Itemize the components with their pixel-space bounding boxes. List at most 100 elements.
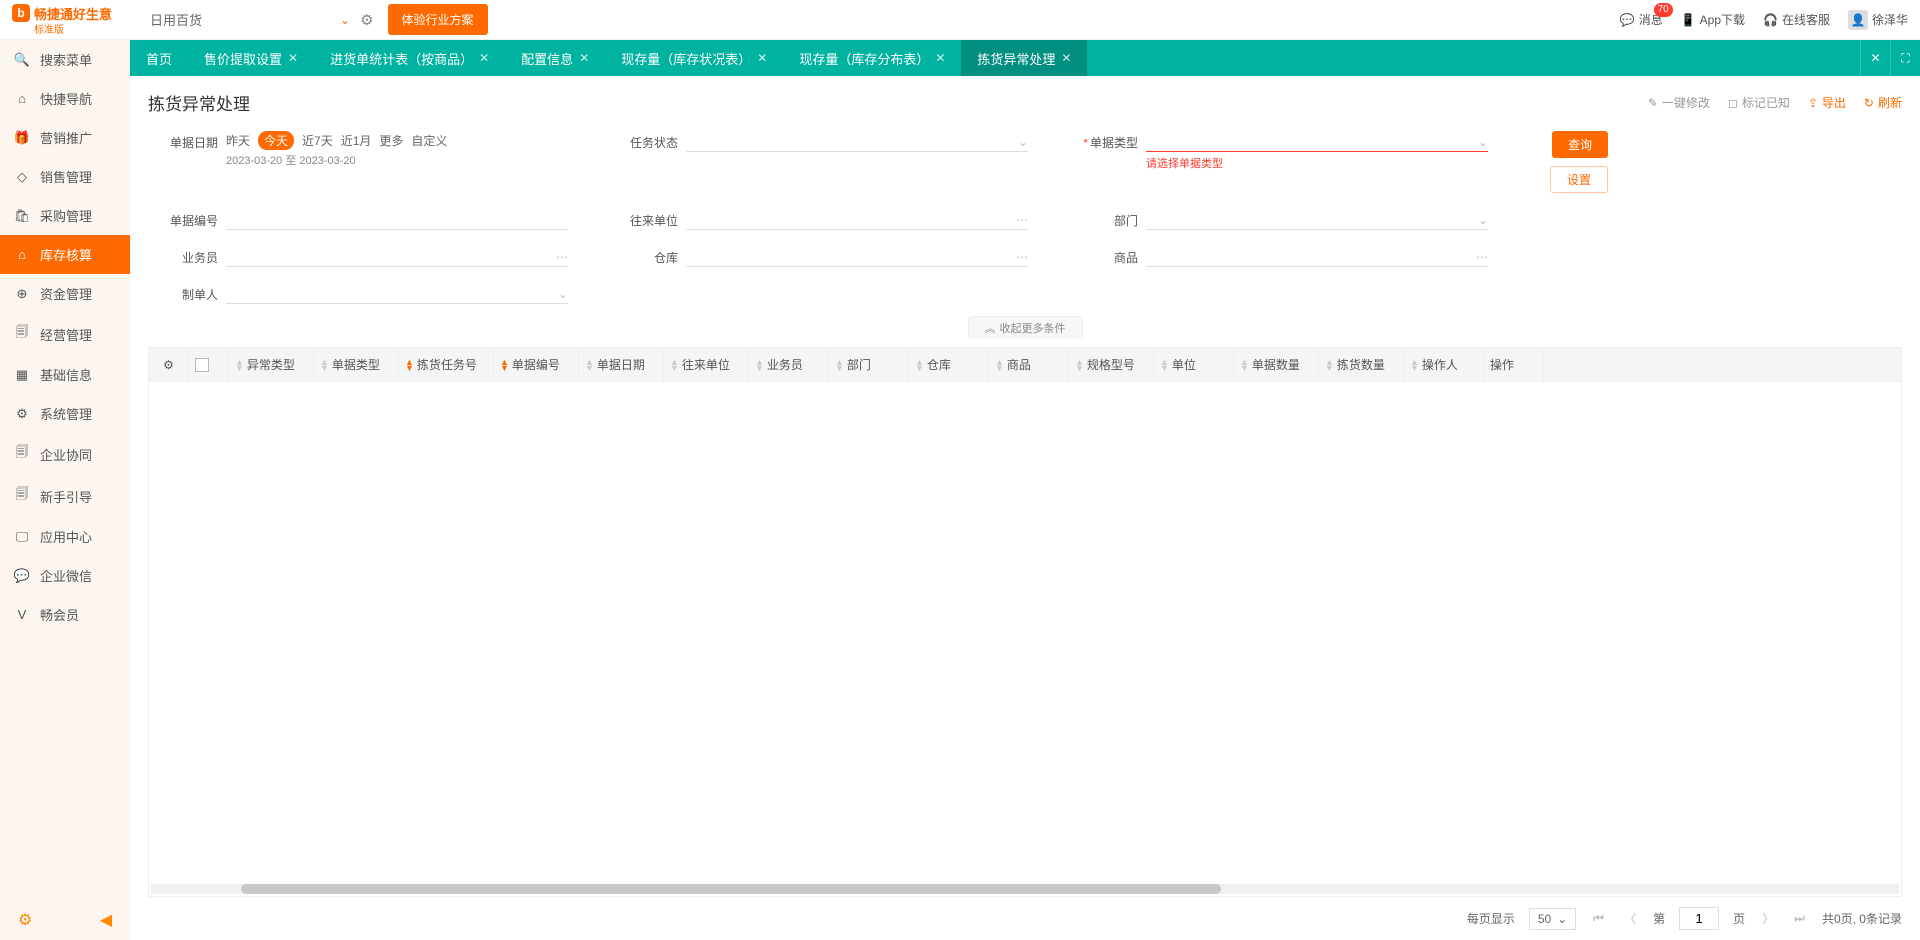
col-operator[interactable]: ▲▼操作人 [1404, 348, 1484, 381]
close-all-tabs-button[interactable]: ✕ [1860, 40, 1890, 76]
sort-icon[interactable]: ▲▼ [585, 359, 594, 371]
maker-select[interactable] [226, 283, 568, 304]
tab-6[interactable]: 拣货异常处理✕ [961, 40, 1087, 76]
tab-3[interactable]: 配置信息✕ [505, 40, 605, 76]
sidebar-item-6[interactable]: ⊕资金管理 [0, 274, 130, 313]
col-bill_qty[interactable]: ▲▼单据数量 [1234, 348, 1319, 381]
sidebar-settings-icon[interactable]: ⚙ [18, 910, 32, 930]
col-abn_type[interactable]: ▲▼异常类型 [229, 348, 314, 381]
col-spec[interactable]: ▲▼规格型号 [1069, 348, 1154, 381]
app-download-link[interactable]: 📱 App下载 [1681, 11, 1745, 28]
sort-icon[interactable]: ▲▼ [995, 359, 1004, 371]
tab-4[interactable]: 现存量（库存状况表）✕ [605, 40, 783, 76]
sort-icon[interactable]: ▲▼ [1240, 359, 1249, 371]
query-button[interactable]: 查询 [1552, 131, 1608, 158]
settings-button[interactable]: 设置 [1550, 166, 1608, 193]
horizontal-scrollbar[interactable] [151, 884, 1899, 894]
col-action[interactable]: 操作 [1484, 348, 1544, 381]
date-opt-5[interactable]: 自定义 [411, 132, 447, 149]
more-icon[interactable]: ⋯ [1016, 250, 1028, 264]
close-icon[interactable]: ✕ [757, 51, 767, 65]
sort-icon[interactable]: ▲▼ [1325, 359, 1334, 371]
product-input[interactable] [1146, 246, 1488, 267]
col-bill_type[interactable]: ▲▼单据类型 [314, 348, 399, 381]
col-unit[interactable]: ▲▼单位 [1154, 348, 1234, 381]
sort-icon[interactable]: ▲▼ [405, 359, 414, 371]
more-icon[interactable]: ⋯ [556, 250, 568, 264]
sidebar-item-0[interactable]: 🔍搜索菜单 [0, 40, 130, 79]
scrollbar-thumb[interactable] [241, 884, 1221, 894]
sidebar-item-13[interactable]: 💬企业微信 [0, 556, 130, 595]
col-task_no[interactable]: ▲▼拣货任务号 [399, 348, 494, 381]
more-icon[interactable]: ⋯ [1476, 250, 1488, 264]
sort-icon[interactable]: ▲▼ [320, 359, 329, 371]
col-pick_qty[interactable]: ▲▼拣货数量 [1319, 348, 1404, 381]
date-opt-3[interactable]: 近1月 [341, 132, 372, 149]
sidebar-item-7[interactable]: 🗐经营管理 [0, 313, 130, 355]
first-page-button[interactable]: ⏮ [1590, 911, 1607, 926]
col-product[interactable]: ▲▼商品 [989, 348, 1069, 381]
col-bill_date[interactable]: ▲▼单据日期 [579, 348, 664, 381]
col-gear[interactable]: ⚙ [149, 348, 189, 381]
sidebar-item-3[interactable]: ◇销售管理 [0, 157, 130, 196]
batch-edit-button[interactable]: ✎一键修改 [1648, 94, 1710, 111]
collapse-filters-toggle[interactable]: ︽ 收起更多条件 [968, 316, 1083, 339]
select-all-checkbox[interactable] [195, 358, 209, 372]
close-icon[interactable]: ✕ [288, 51, 298, 65]
col-salesman[interactable]: ▲▼业务员 [749, 348, 829, 381]
refresh-button[interactable]: ↻刷新 [1864, 94, 1902, 111]
sidebar-item-5[interactable]: ⌂库存核算 [0, 235, 130, 274]
tab-0[interactable]: 首页 [130, 40, 188, 76]
more-icon[interactable]: ⋯ [1016, 213, 1028, 227]
page-size-select[interactable]: 50⌄ [1529, 908, 1576, 930]
sort-icon[interactable]: ▲▼ [1160, 359, 1169, 371]
task-status-select[interactable] [686, 131, 1028, 152]
sidebar-item-11[interactable]: 🗐新手引导 [0, 475, 130, 517]
experience-plan-button[interactable]: 体验行业方案 [388, 4, 488, 35]
online-service-link[interactable]: 🎧 在线客服 [1763, 11, 1830, 28]
last-page-button[interactable]: ⏭ [1791, 911, 1808, 926]
col-check[interactable] [189, 348, 229, 381]
sidebar-item-8[interactable]: ▦基础信息 [0, 355, 130, 394]
date-opt-2[interactable]: 近7天 [302, 132, 333, 149]
sidebar-collapse-icon[interactable]: ◀ [100, 910, 112, 930]
chevron-down-icon[interactable]: ⌄ [1478, 213, 1488, 227]
close-icon[interactable]: ✕ [579, 51, 589, 65]
messages-link[interactable]: 💬 消息 70 [1620, 11, 1663, 28]
sidebar-item-9[interactable]: ⚙系统管理 [0, 394, 130, 433]
gear-icon[interactable]: ⚙ [163, 358, 174, 372]
export-button[interactable]: ⇪导出 [1808, 94, 1846, 111]
dept-select[interactable] [1146, 209, 1488, 230]
sort-icon[interactable]: ▲▼ [1410, 359, 1419, 371]
user-menu[interactable]: 👤 徐泽华 [1848, 10, 1908, 30]
col-dept[interactable]: ▲▼部门 [829, 348, 909, 381]
sort-icon[interactable]: ▲▼ [755, 359, 764, 371]
close-icon[interactable]: ✕ [1061, 51, 1071, 65]
chevron-down-icon[interactable]: ⌄ [1018, 135, 1028, 149]
date-opt-0[interactable]: 昨天 [226, 132, 250, 149]
sidebar-item-1[interactable]: ⌂快捷导航 [0, 79, 130, 118]
tab-5[interactable]: 现存量（库存分布表）✕ [783, 40, 961, 76]
chevron-down-icon[interactable]: ⌄ [558, 287, 568, 301]
col-bill_no[interactable]: ▲▼单据编号 [494, 348, 579, 381]
sort-icon[interactable]: ▲▼ [835, 359, 844, 371]
col-warehouse[interactable]: ▲▼仓库 [909, 348, 989, 381]
mark-known-button[interactable]: ◻标记已知 [1728, 94, 1790, 111]
gear-icon[interactable]: ⚙ [360, 11, 373, 29]
fullscreen-button[interactable]: ⛶ [1890, 40, 1920, 76]
date-opt-1[interactable]: 今天 [258, 131, 294, 150]
sort-icon[interactable]: ▲▼ [235, 359, 244, 371]
sort-icon[interactable]: ▲▼ [500, 359, 509, 371]
chevron-down-icon[interactable]: ⌄ [1478, 135, 1488, 149]
tab-2[interactable]: 进货单统计表（按商品）✕ [314, 40, 505, 76]
sort-icon[interactable]: ▲▼ [915, 359, 924, 371]
sidebar-item-2[interactable]: 🎁营销推广 [0, 118, 130, 157]
chevron-down-icon[interactable]: ⌄ [340, 13, 350, 27]
date-opt-4[interactable]: 更多 [379, 132, 403, 149]
bill-type-select[interactable] [1146, 131, 1488, 152]
close-icon[interactable]: ✕ [479, 51, 489, 65]
bill-no-input[interactable] [226, 209, 568, 230]
tab-1[interactable]: 售价提取设置✕ [188, 40, 314, 76]
sidebar-item-14[interactable]: V畅会员 [0, 595, 130, 634]
prev-page-button[interactable]: 〈 [1621, 910, 1639, 927]
